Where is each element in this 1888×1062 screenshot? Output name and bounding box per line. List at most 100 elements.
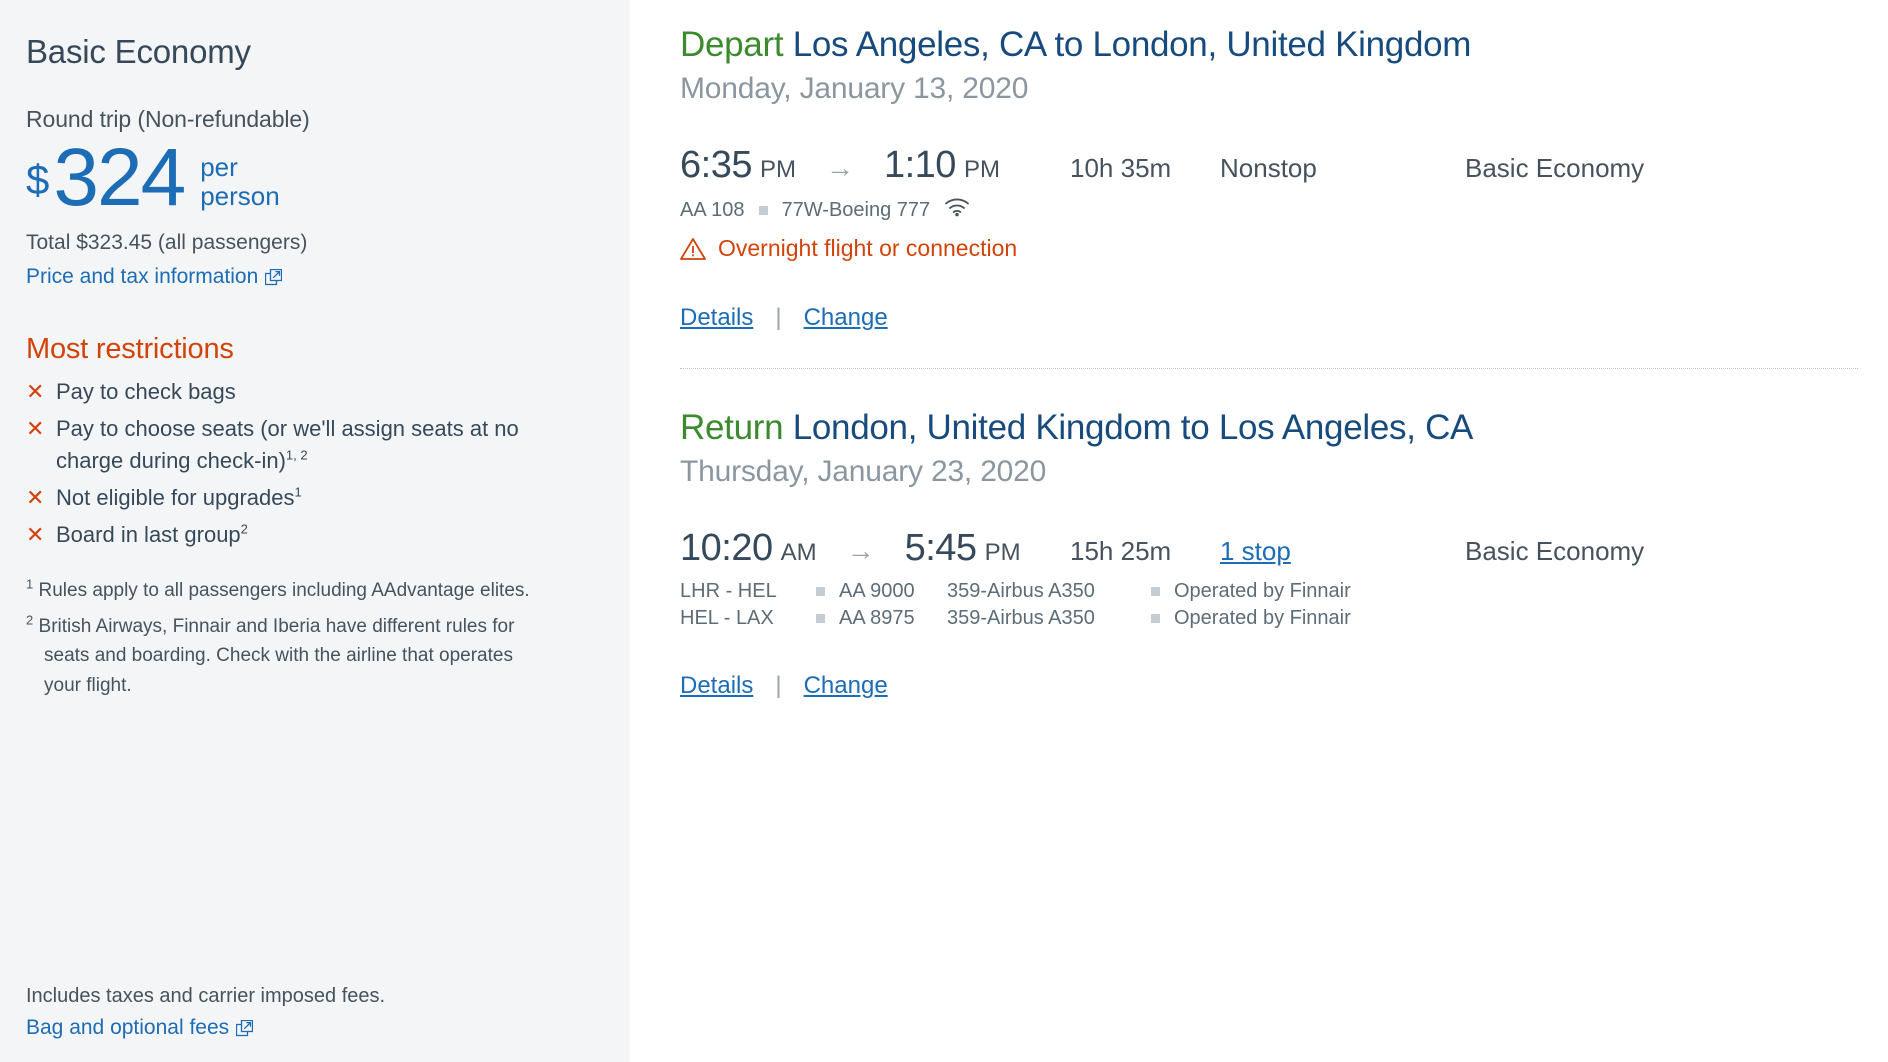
restriction-text: Board in last group2 [56,519,248,550]
restriction-text: Pay to check bags [56,379,236,405]
restriction-text: Pay to choose seats (or we'll assign sea… [56,413,526,475]
segment-flight-number: AA 9000 [839,580,915,602]
flight-duration: 10h 35m [1070,153,1172,183]
times-group: 10:20 AM → 5:45 PM [680,527,1070,570]
price-block: $ 324 per person [26,132,600,224]
segment-detail-line: LHR - HEL AA 9000 359-Airbus A350 Operat… [680,580,1858,603]
price-unit-line2: person [200,180,280,211]
price-amount: 324 [53,132,186,224]
restriction-item: ✕ Board in last group2 [26,519,600,550]
slice-date-return: Thursday, January 23, 2020 [680,455,1047,488]
slice-divider [680,368,1858,369]
trip-type-label: Round trip (Non-refundable) [26,106,310,133]
price-and-tax-information-link[interactable]: Price and tax information [26,265,283,289]
times-group: 6:35 PM → 1:10 PM [680,144,1070,187]
itinerary-panel: Depart Los Angeles, CA to London, United… [630,0,1888,1062]
arrive-meridiem: PM [963,156,1000,183]
slice-route-label: Los Angeles, CA to London, United Kingdo… [792,25,1472,64]
x-icon: ✕ [26,522,45,548]
x-icon: ✕ [26,416,45,442]
action-separator: | [775,304,782,331]
restriction-item: ✕ Pay to choose seats (or we'll assign s… [26,413,600,475]
depart-meridiem: PM [759,156,796,183]
footnote-text: Rules apply to all passengers including … [38,580,530,602]
change-link[interactable]: Change [804,672,888,700]
restriction-footnote-marks: 1 [294,484,302,500]
slice-return: Return London, United Kingdom to Los Ang… [680,407,1858,700]
restriction-item: ✕ Pay to check bags [26,376,600,407]
stops-container: 1 stop [1220,536,1465,567]
total-price-label: Total $323.45 (all passengers) [26,231,308,255]
booking-summary-page: Basic Economy Round trip (Non-refundable… [0,0,1888,1062]
wifi-icon [944,197,970,223]
price-and-tax-information-label: Price and tax information [26,265,259,289]
slice-actions-return: Details | Change [680,672,1858,700]
segment-operated-by: Operated by Finnair [1174,607,1351,629]
cabin-label: Basic Economy [1465,153,1645,183]
segment-route: HEL - LAX [680,607,774,629]
slice-heading-return: Return London, United Kingdom to Los Ang… [680,407,1858,449]
slice-depart: Depart Los Angeles, CA to London, United… [680,24,1858,369]
price-unit-line1: per [200,152,238,183]
arrive-time: 1:10 [883,144,956,186]
warning-triangle-icon [680,237,706,261]
slice-route-label: London, United Kingdom to Los Angeles, C… [792,408,1474,447]
arrow-right-icon: → [825,152,854,183]
stops-link[interactable]: 1 stop [1220,536,1291,566]
flight-duration: 15h 25m [1070,536,1172,566]
sidebar-footer: Includes taxes and carrier imposed fees.… [26,985,385,1040]
restriction-footnote-marks: 2 [240,521,248,537]
restriction-label: Pay to choose seats (or we'll assign sea… [56,416,519,473]
external-link-icon [236,1019,254,1037]
restriction-label: Board in last group [56,522,241,548]
segment-equipment: 359-Airbus A350 [947,580,1095,602]
arrow-right-icon: → [846,535,875,566]
fare-title: Basic Economy [26,33,251,70]
footnote-mark: 1 [26,577,34,593]
segment-detail-line: HEL - LAX AA 8975 359-Airbus A350 Operat… [680,607,1858,630]
details-link[interactable]: Details [680,304,753,332]
separator-square-icon [816,587,825,596]
arrive-meridiem: PM [984,539,1021,566]
restriction-item: ✕ Not eligible for upgrades1 [26,482,600,513]
restrictions-title: Most restrictions [26,333,234,366]
includes-taxes-note: Includes taxes and carrier imposed fees. [26,985,386,1007]
restriction-label: Not eligible for upgrades [56,484,295,510]
stops-label: Nonstop [1220,153,1317,183]
flight-summary-row-depart: 6:35 PM → 1:10 PM 10h 35m Nonstop Basic … [680,144,1858,187]
footnote-text: British Airways, Finnair and Iberia have… [38,615,515,696]
restrictions-list: ✕ Pay to check bags ✕ Pay to choose seat… [26,376,600,550]
separator-square-icon [1151,587,1160,596]
separator-square-icon [1151,614,1160,623]
segment-equipment: 359-Airbus A350 [947,607,1095,629]
overnight-warning: Overnight flight or connection [680,235,1858,262]
footnote: 1 Rules apply to all passengers includin… [26,576,544,605]
bag-and-optional-fees-label: Bag and optional fees [26,1016,230,1039]
bag-and-optional-fees-link[interactable]: Bag and optional fees [26,1016,254,1040]
segment-flight-number: AA 8975 [839,607,915,629]
slice-direction-label: Return [680,408,784,447]
footnote: 2 British Airways, Finnair and Iberia ha… [26,612,544,700]
price-unit: per person [200,153,280,210]
restriction-footnote-marks: 1, 2 [285,447,308,463]
separator-square-icon [816,614,825,623]
slice-direction-label: Depart [680,25,784,64]
slice-heading-depart: Depart Los Angeles, CA to London, United… [680,24,1858,66]
segment-route: LHR - HEL [680,580,777,602]
depart-time: 6:35 [680,144,752,186]
overnight-warning-text: Overnight flight or connection [718,235,1018,261]
action-separator: | [775,672,782,699]
currency-symbol: $ [26,156,50,204]
arrive-time: 5:45 [904,527,977,569]
cabin-label: Basic Economy [1465,536,1645,566]
segment-detail-line: AA 108 77W-Boeing 777 [680,197,1858,223]
external-link-icon [265,268,283,286]
change-link[interactable]: Change [804,304,888,332]
slice-actions-depart: Details | Change [680,304,1858,332]
restriction-text: Not eligible for upgrades1 [56,482,302,513]
flight-summary-row-return: 10:20 AM → 5:45 PM 15h 25m 1 stop Basic … [680,527,1858,570]
details-link[interactable]: Details [680,672,753,700]
segment-flight-number: AA 108 [680,198,745,221]
depart-time: 10:20 [680,527,773,569]
x-icon: ✕ [26,484,45,510]
